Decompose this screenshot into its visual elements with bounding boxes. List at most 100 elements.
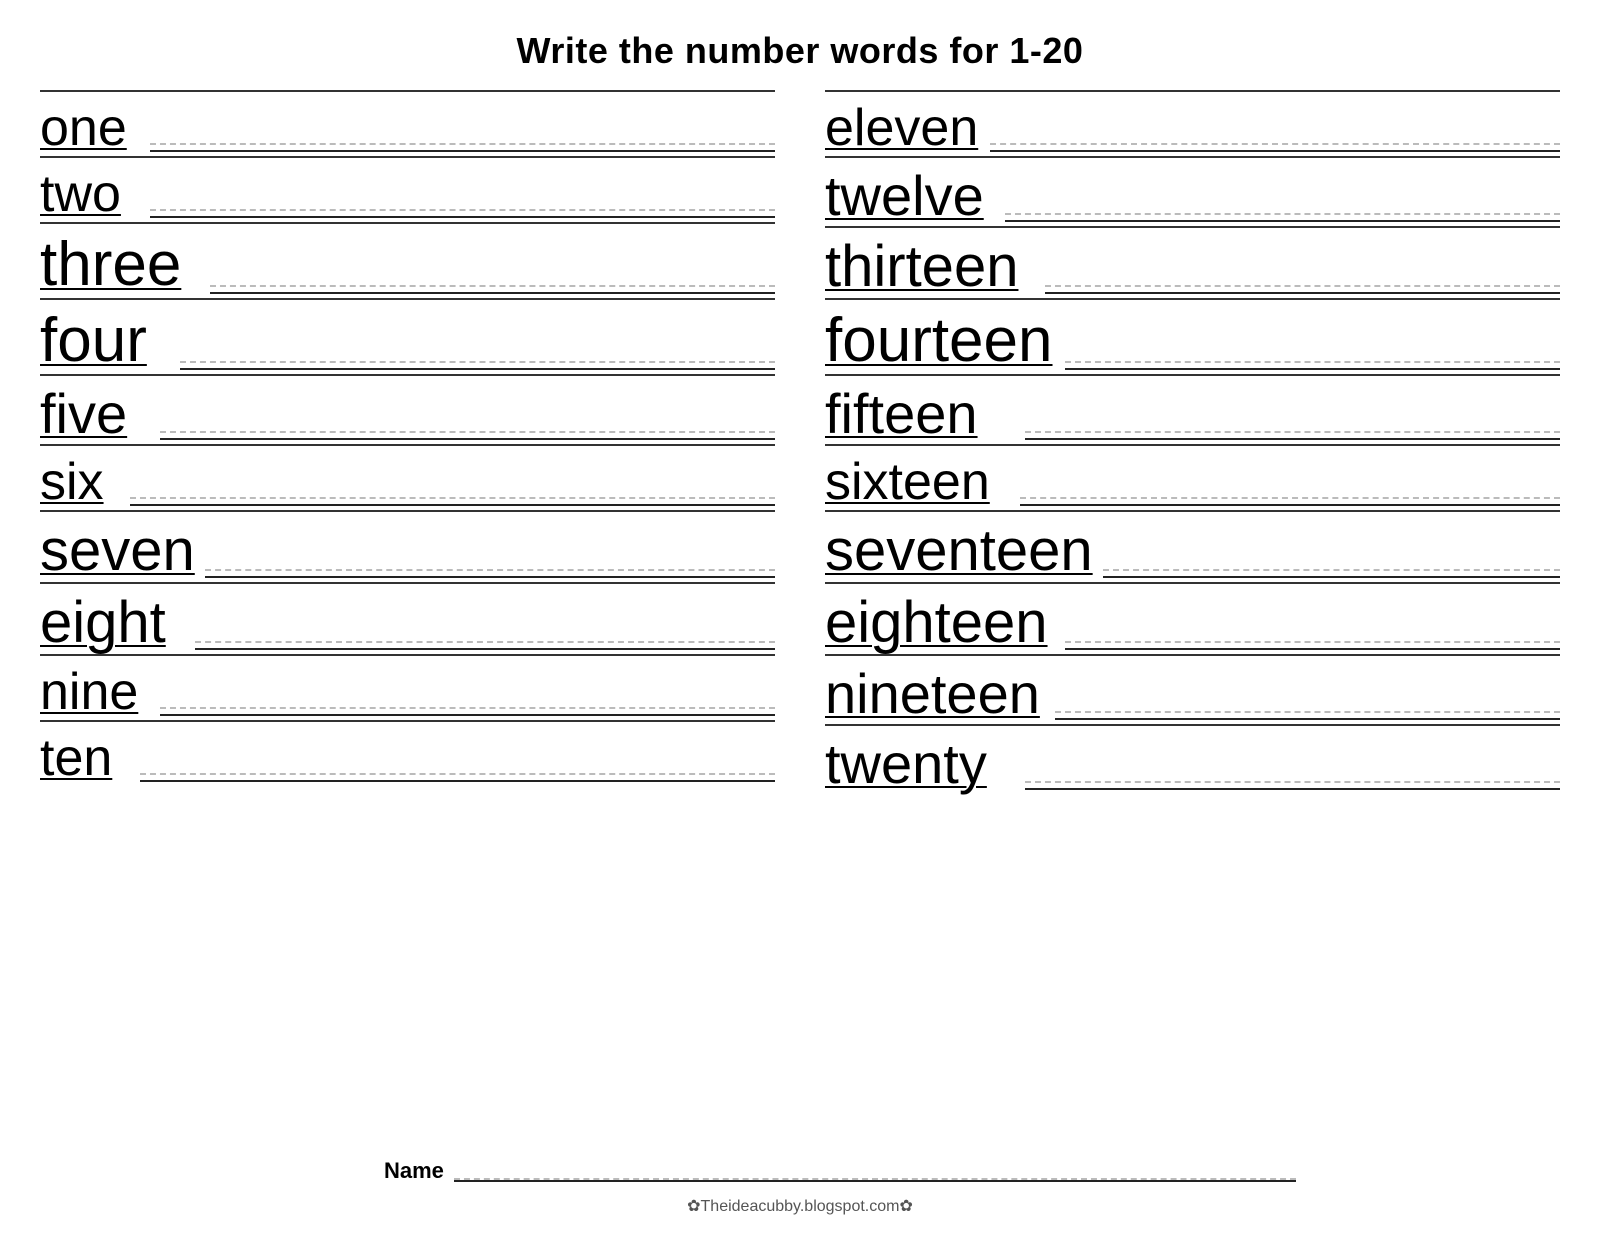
row-nine: nine xyxy=(40,654,775,720)
word-seven: seven xyxy=(40,522,195,580)
dotted-line xyxy=(1065,361,1560,363)
word-nineteen: nineteen xyxy=(825,666,1045,722)
row-seventeen: seventeen xyxy=(825,510,1560,582)
write-lines-seventeen xyxy=(1103,569,1560,580)
solid-line xyxy=(160,438,775,440)
row-inner-one: one xyxy=(40,102,775,154)
write-lines-twelve xyxy=(1005,213,1560,224)
write-lines-thirteen xyxy=(1045,285,1560,296)
solid-line xyxy=(1055,718,1560,720)
word-sixteen: sixteen xyxy=(825,456,1010,508)
dotted-line xyxy=(1020,497,1560,499)
row-sixteen: sixteen xyxy=(825,444,1560,510)
dotted-line xyxy=(160,707,775,709)
write-lines-two xyxy=(150,209,775,220)
page: Write the number words for 1-20 onetwoth… xyxy=(0,0,1600,1236)
word-twelve: twelve xyxy=(825,168,995,224)
row-inner-twenty: twenty xyxy=(825,736,1560,792)
write-lines-eight xyxy=(195,641,775,652)
word-ten: ten xyxy=(40,732,130,784)
write-lines-twenty xyxy=(1025,781,1560,792)
row-inner-eighteen: eighteen xyxy=(825,594,1560,652)
dotted-line xyxy=(140,773,775,775)
solid-line xyxy=(1025,438,1560,440)
dotted-line xyxy=(990,143,1560,145)
row-inner-fifteen: fifteen xyxy=(825,386,1560,442)
dotted-line xyxy=(1065,641,1560,643)
write-lines-nine xyxy=(160,707,775,718)
word-twenty: twenty xyxy=(825,736,1015,792)
solid-line xyxy=(1045,292,1560,294)
row-two: two xyxy=(40,156,775,222)
write-lines-fourteen xyxy=(1065,361,1560,372)
solid-line xyxy=(160,714,775,716)
dotted-line xyxy=(210,285,775,287)
word-eleven: eleven xyxy=(825,102,980,154)
row-one: one xyxy=(40,90,775,156)
row-inner-three: three xyxy=(40,234,775,296)
name-row: Name xyxy=(384,1158,1296,1184)
write-lines-six xyxy=(130,497,775,508)
left-column: onetwo three four fivesix seven eight nine ten xyxy=(40,90,775,794)
page-title: Write the number words for 1-20 xyxy=(517,30,1084,72)
write-lines-eleven xyxy=(990,143,1560,154)
solid-line xyxy=(130,504,775,506)
row-inner-nineteen: nineteen xyxy=(825,666,1560,722)
bottom-section: Name ✿Theideacubby.blogspot.com✿ xyxy=(40,1158,1560,1216)
dotted-line xyxy=(1025,781,1560,783)
row-nineteen: nineteen xyxy=(825,654,1560,724)
row-inner-eleven: eleven xyxy=(825,102,1560,154)
row-six: six xyxy=(40,444,775,510)
word-four: four xyxy=(40,310,170,372)
dotted-line xyxy=(195,641,775,643)
solid-line xyxy=(1065,368,1560,370)
word-fifteen: fifteen xyxy=(825,386,1015,442)
solid-line xyxy=(195,648,775,650)
footer-text: ✿Theideacubby.blogspot.com✿ xyxy=(687,1196,913,1216)
dotted-line xyxy=(1103,569,1560,571)
row-fourteen: fourteen xyxy=(825,298,1560,374)
row-inner-four: four xyxy=(40,310,775,372)
solid-line xyxy=(150,216,775,218)
word-nine: nine xyxy=(40,666,150,718)
row-thirteen: thirteen xyxy=(825,226,1560,298)
write-lines-four xyxy=(180,361,775,372)
word-eight: eight xyxy=(40,594,185,652)
write-lines-one xyxy=(150,143,775,154)
row-five: five xyxy=(40,374,775,444)
row-inner-seven: seven xyxy=(40,522,775,580)
word-five: five xyxy=(40,386,150,442)
main-grid: onetwothreefourfivesixseveneightnineten … xyxy=(40,90,1560,1148)
solid-line xyxy=(180,368,775,370)
word-seventeen: seventeen xyxy=(825,522,1093,580)
row-twelve: twelve xyxy=(825,156,1560,226)
row-inner-nine: nine xyxy=(40,666,775,718)
solid-line xyxy=(210,292,775,294)
row-ten: ten xyxy=(40,720,775,786)
row-inner-ten: ten xyxy=(40,732,775,784)
write-lines-three xyxy=(210,285,775,296)
dotted-line xyxy=(130,497,775,499)
dotted-line xyxy=(1055,711,1560,713)
solid-line xyxy=(990,150,1560,152)
row-inner-eight: eight xyxy=(40,594,775,652)
dotted-line xyxy=(1045,285,1560,287)
row-seven: seven xyxy=(40,510,775,582)
word-thirteen: thirteen xyxy=(825,238,1035,296)
write-lines-nineteen xyxy=(1055,711,1560,722)
solid-line xyxy=(1025,788,1560,790)
write-lines-eighteen xyxy=(1065,641,1560,652)
dotted-line xyxy=(1025,431,1560,433)
right-column: eleven twelve thirteen fourteen fifteen sixte… xyxy=(825,90,1560,794)
word-fourteen: fourteen xyxy=(825,310,1055,372)
row-three: three xyxy=(40,222,775,298)
row-four: four xyxy=(40,298,775,374)
dotted-line xyxy=(180,361,775,363)
row-eighteen: eighteen xyxy=(825,582,1560,654)
solid-line xyxy=(1065,648,1560,650)
name-label: Name xyxy=(384,1158,444,1184)
name-solid-line xyxy=(454,1180,1296,1182)
name-line-area xyxy=(454,1178,1296,1184)
dotted-line xyxy=(1005,213,1560,215)
write-lines-sixteen xyxy=(1020,497,1560,508)
